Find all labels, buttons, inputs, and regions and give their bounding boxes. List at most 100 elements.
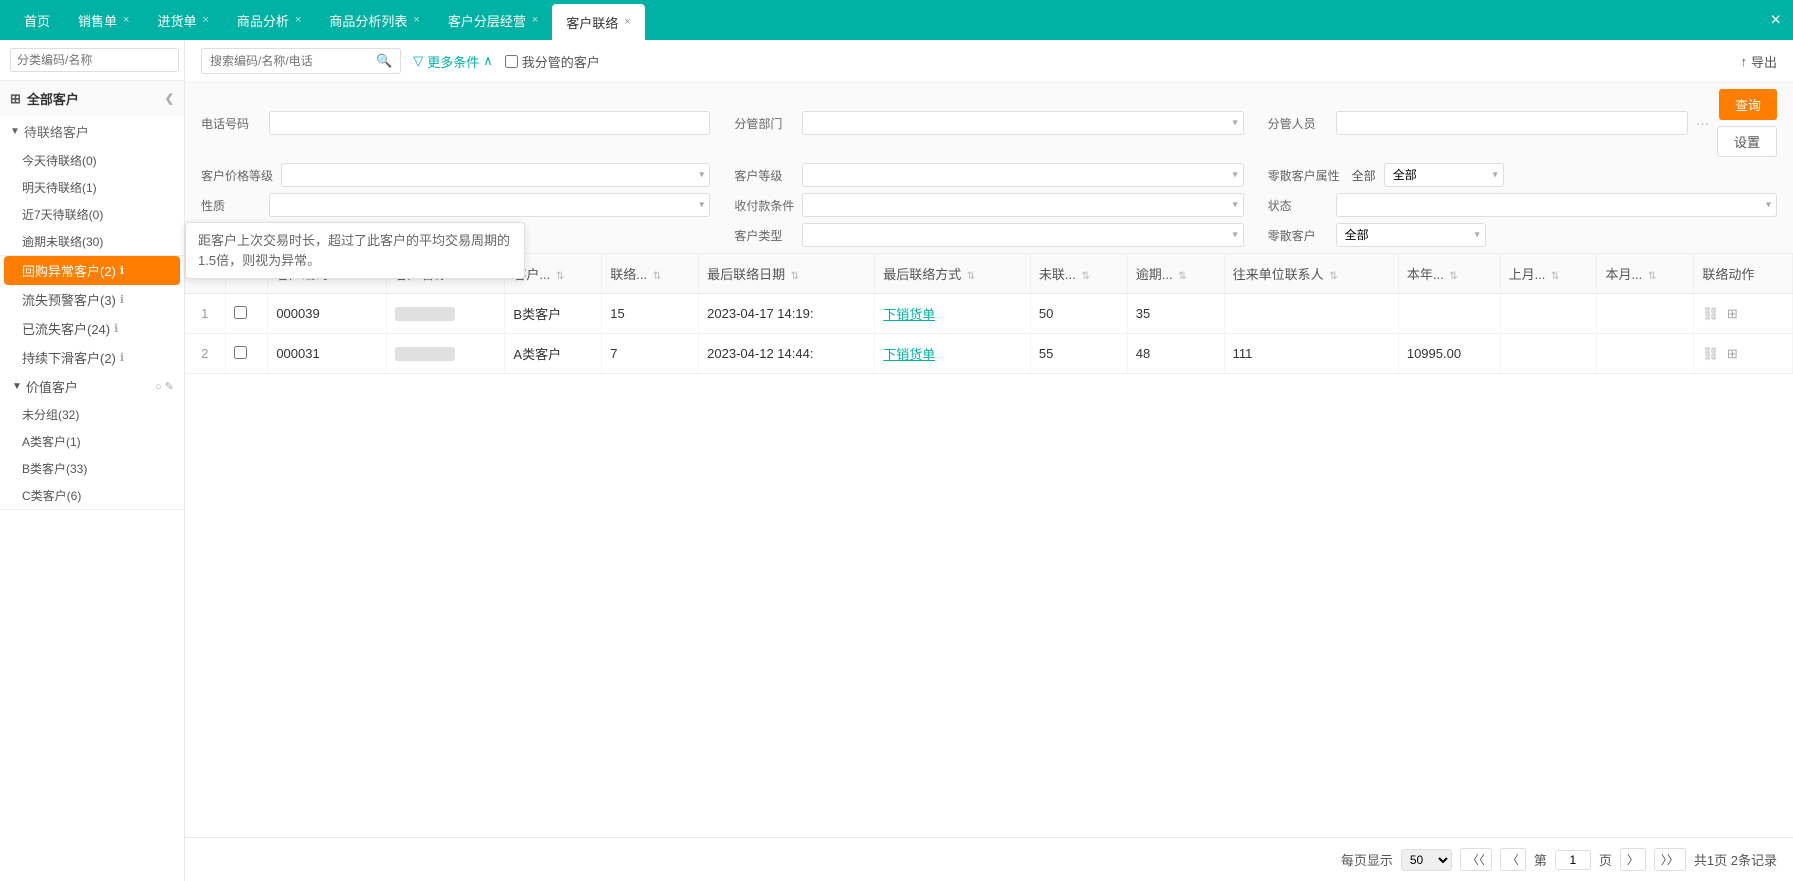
- sidebar-item-churned-label: 已流失客户(24): [22, 319, 110, 338]
- sort-icon-contact-person[interactable]: ⇅: [1329, 271, 1337, 282]
- sidebar-item-overdue[interactable]: 逾期未联络(30): [0, 228, 184, 255]
- td-uncontacted-1: 50: [1030, 294, 1127, 334]
- nav-tab-purchase[interactable]: 进货单 ×: [143, 0, 222, 40]
- select-nature[interactable]: [269, 193, 710, 217]
- sidebar-item-churned[interactable]: 已流失客户(24) ℹ: [0, 314, 184, 343]
- td-action-1: ⛓ ⊞: [1694, 294, 1793, 334]
- sidebar-item-a-class[interactable]: A类客户(1): [0, 428, 184, 455]
- sidebar-value-header[interactable]: ▼ 价值客户 ○ ✎: [0, 372, 184, 401]
- last-page-button[interactable]: 〉〉: [1654, 848, 1686, 871]
- per-page-select[interactable]: 50 100 200: [1401, 849, 1452, 871]
- td-uncontacted-2: 55: [1030, 334, 1127, 374]
- td-last-month-1: [1500, 294, 1597, 334]
- row-checkbox-2[interactable]: [234, 346, 247, 359]
- select-retail-attr[interactable]: 全部: [1384, 163, 1504, 187]
- td-check-2[interactable]: [225, 334, 268, 374]
- td-contacts-1: 15: [602, 294, 699, 334]
- select-payment[interactable]: [802, 193, 1243, 217]
- action-link-icon-1[interactable]: ⛓: [1702, 306, 1719, 322]
- action-link-icon-2[interactable]: ⛓: [1702, 346, 1719, 362]
- td-this-month-2: [1597, 334, 1694, 374]
- nav-tab-purchase-close[interactable]: ×: [202, 14, 208, 26]
- sidebar-all-customers[interactable]: ⊞ 全部客户 ❮: [0, 81, 184, 116]
- nav-tab-customer-segment-close[interactable]: ×: [532, 14, 538, 26]
- sidebar: 🔍 ⊞ 全部客户 ❮ ▼ 待联络客户 今天待联络(0) 明天待联络(1) 近7天…: [0, 40, 185, 881]
- action-more-icon-1[interactable]: ⊞: [1727, 306, 1738, 322]
- td-last-method-2[interactable]: 下销货单: [875, 334, 1031, 374]
- nav-tab-customer-segment[interactable]: 客户分层经营 ×: [434, 0, 552, 40]
- sidebar-edit-icons[interactable]: ○ ✎: [155, 380, 174, 393]
- my-customers-label: 我分管的客户: [522, 52, 600, 71]
- td-code-2: 000031: [268, 334, 387, 374]
- filter-search-input[interactable]: [210, 54, 370, 68]
- sidebar-search-input[interactable]: [10, 48, 179, 72]
- sort-icon-category[interactable]: ⇅: [556, 271, 564, 282]
- nav-tab-home[interactable]: 首页: [10, 0, 64, 40]
- export-button[interactable]: ↑ 导出: [1740, 52, 1777, 71]
- my-customers-checkbox[interactable]: 我分管的客户: [505, 52, 600, 71]
- more-icon[interactable]: ···: [1696, 116, 1709, 131]
- settings-button[interactable]: 设置: [1717, 126, 1777, 157]
- tooltip: 距客户上次交易时长，超过了此客户的平均交易周期的1.5倍，则视为异常。: [185, 222, 525, 279]
- sort-icon-uncontacted[interactable]: ⇅: [1081, 271, 1089, 282]
- sort-icon-last-method[interactable]: ⇅: [967, 271, 975, 282]
- select-customer-level[interactable]: [802, 163, 1243, 187]
- next-page-button[interactable]: 〉: [1620, 848, 1646, 871]
- sort-icon-contacts[interactable]: ⇅: [653, 271, 661, 282]
- td-check-1[interactable]: [225, 294, 268, 334]
- info-icon-3: ℹ: [114, 322, 118, 335]
- table-row: 1 000039 B类客户 15 2023-04-17 14:19: 下销货单 …: [185, 294, 1793, 334]
- nav-tab-analysis-list[interactable]: 商品分析列表 ×: [315, 0, 433, 40]
- select-retail-customer[interactable]: 全部: [1336, 223, 1486, 247]
- sidebar-item-today[interactable]: 今天待联络(0): [0, 147, 184, 174]
- window-close-button[interactable]: ×: [1770, 10, 1781, 31]
- nav-tab-analysis-close[interactable]: ×: [295, 14, 301, 26]
- action-more-icon-2[interactable]: ⊞: [1727, 346, 1738, 362]
- sort-icon-this-year[interactable]: ⇅: [1449, 271, 1457, 282]
- td-last-method-1[interactable]: 下销货单: [875, 294, 1031, 334]
- select-retail-attr-wrap: 全部 ▾: [1384, 163, 1504, 187]
- select-price-level[interactable]: [281, 163, 710, 187]
- sidebar-group-pending-header[interactable]: ▼ 待联络客户: [0, 116, 184, 147]
- row-checkbox-1[interactable]: [234, 306, 247, 319]
- query-button[interactable]: 查询: [1719, 89, 1777, 120]
- retail-attr-value: 全部: [1352, 167, 1376, 184]
- nav-tab-customer-contact-close[interactable]: ×: [624, 16, 630, 28]
- table-row: 2 000031 A类客户 7 2023-04-12 14:44: 下销货单 5…: [185, 334, 1793, 374]
- filter-row-3: 性质 ▾ 收付款条件 ▾ 状态: [201, 193, 1777, 217]
- sidebar-item-ungrouped[interactable]: 未分组(32): [0, 401, 184, 428]
- sidebar-item-7days[interactable]: 近7天待联络(0): [0, 201, 184, 228]
- sidebar-item-abnormal-repurchase[interactable]: 回购异常客户(2) ℹ: [4, 256, 180, 285]
- sidebar-item-churn-warning[interactable]: 流失预警客户(3) ℹ: [0, 285, 184, 314]
- sort-icon-last-date[interactable]: ⇅: [791, 271, 799, 282]
- nav-tab-analysis-list-close[interactable]: ×: [413, 14, 419, 26]
- more-conditions-button[interactable]: ▽ 更多条件 ∧: [413, 52, 493, 71]
- select-status[interactable]: [1336, 193, 1777, 217]
- nav-tab-customer-contact[interactable]: 客户联络 ×: [552, 4, 644, 40]
- input-phone[interactable]: [269, 111, 710, 135]
- sort-icon-overdue[interactable]: ⇅: [1178, 271, 1186, 282]
- sidebar-item-c-class[interactable]: C类客户(6): [0, 482, 184, 509]
- last-method-link-1[interactable]: 下销货单: [883, 307, 935, 322]
- label-status: 状态: [1268, 197, 1328, 214]
- my-customers-check[interactable]: [505, 55, 518, 68]
- sidebar-item-tomorrow[interactable]: 明天待联络(1): [0, 174, 184, 201]
- content-area: 🔍 ▽ 更多条件 ∧ 我分管的客户 ↑ 导出 电话号码: [185, 40, 1793, 881]
- sidebar-item-b-class[interactable]: B类客户(33): [0, 455, 184, 482]
- nav-tab-sales-close[interactable]: ×: [123, 14, 129, 26]
- prev-page-button[interactable]: 〈: [1500, 848, 1526, 871]
- nav-tab-sales[interactable]: 销售单 ×: [64, 0, 143, 40]
- input-person[interactable]: [1336, 111, 1688, 135]
- last-method-link-2[interactable]: 下销货单: [883, 347, 935, 362]
- page-number-input[interactable]: 1: [1555, 850, 1591, 870]
- filter-search-icon[interactable]: 🔍: [376, 53, 392, 69]
- select-customer-type[interactable]: [802, 223, 1243, 247]
- sort-icon-this-month[interactable]: ⇅: [1648, 271, 1656, 282]
- info-icon-2: ℹ: [120, 293, 124, 306]
- sidebar-item-declining[interactable]: 持续下滑客户(2) ℹ: [0, 343, 184, 372]
- arrow-down-icon-2: ▼: [12, 381, 22, 392]
- nav-tab-analysis[interactable]: 商品分析 ×: [223, 0, 315, 40]
- first-page-button[interactable]: 〈〈: [1460, 848, 1492, 871]
- select-dept[interactable]: [802, 111, 1243, 135]
- sort-icon-last-month[interactable]: ⇅: [1551, 271, 1559, 282]
